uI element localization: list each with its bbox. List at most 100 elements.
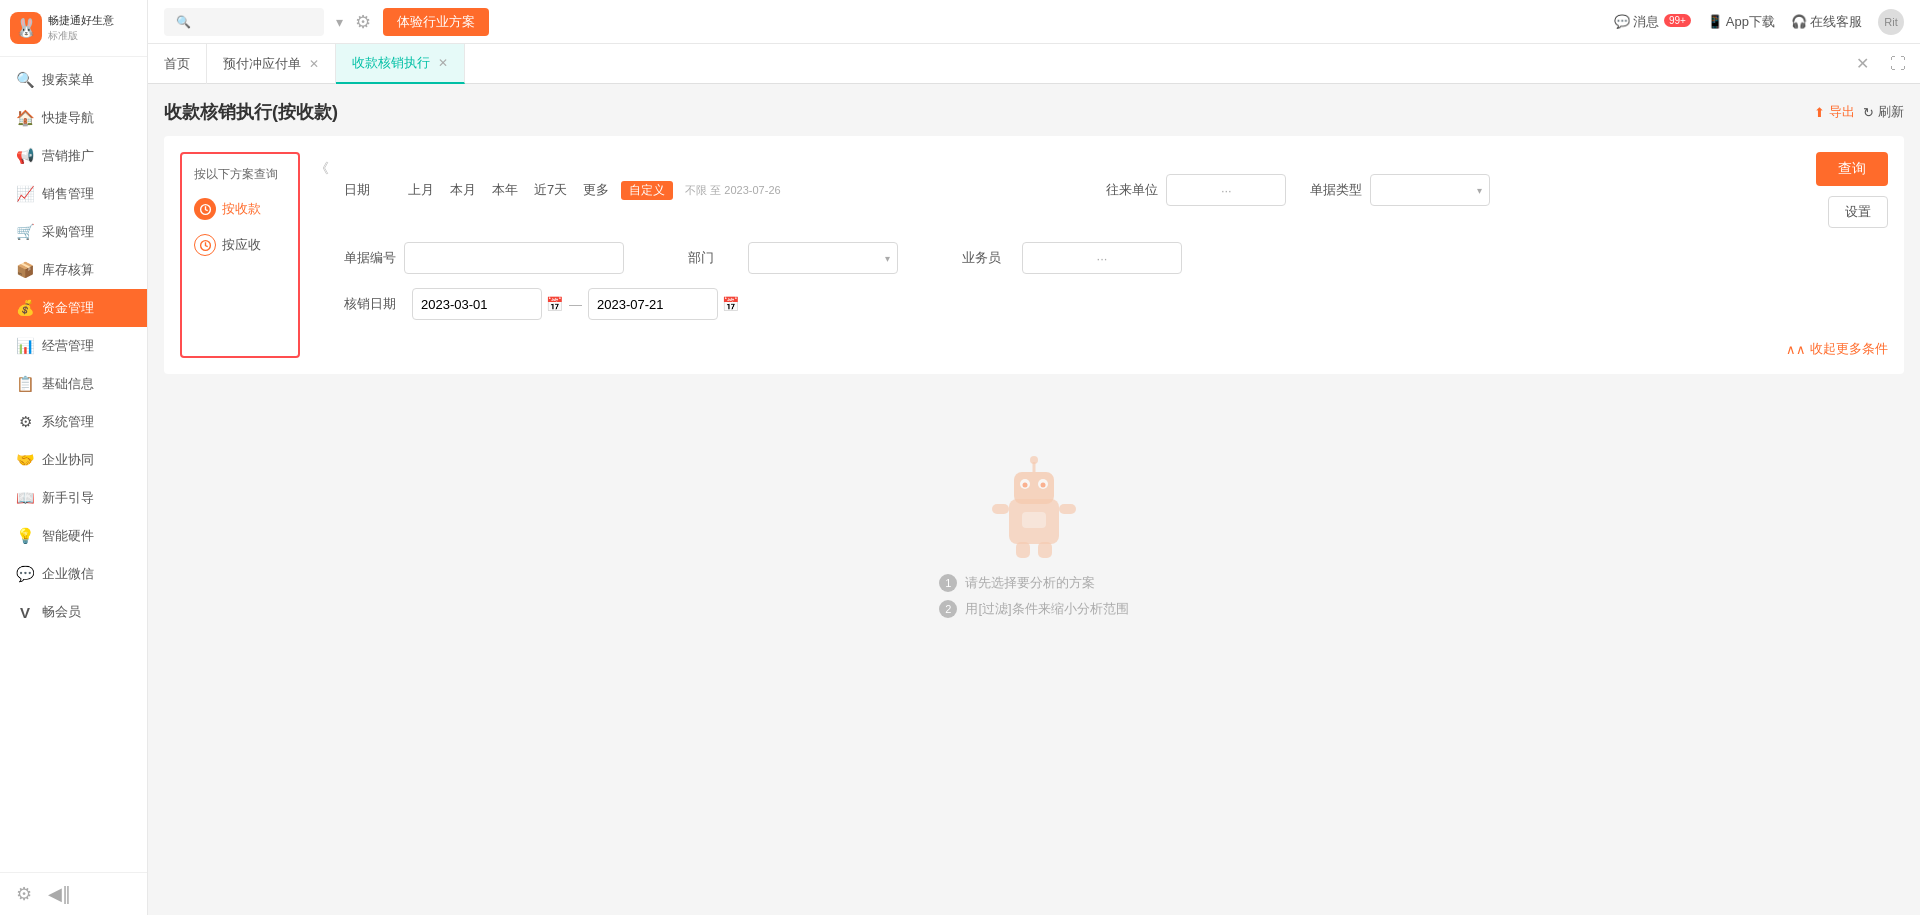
empty-state: 1 请先选择要分析的方案 2 用[过滤]条件来缩小分析范围: [164, 374, 1904, 658]
weixin-icon: 💬: [16, 565, 34, 583]
solution-button[interactable]: 体验行业方案: [383, 8, 489, 36]
receivable-option-icon: [194, 234, 216, 256]
sidebar-item-member[interactable]: V 畅会员: [0, 593, 147, 631]
collection-option-icon: [194, 198, 216, 220]
sidebar-item-basicinfo[interactable]: 📋 基础信息: [0, 365, 147, 403]
filter-option-label: 按收款: [222, 200, 261, 218]
tip-num-2: 2: [939, 600, 957, 618]
sidebar-item-finance[interactable]: 💰 资金管理: [0, 289, 147, 327]
svg-point-7: [1041, 483, 1046, 488]
sidebar-item-label: 快捷导航: [42, 109, 94, 127]
tab-prepay-label: 预付冲应付单: [223, 55, 301, 73]
date-btn-thismonth[interactable]: 本月: [446, 179, 480, 201]
gear-icon[interactable]: ⚙: [355, 11, 371, 33]
bill-type-select[interactable]: [1370, 174, 1490, 206]
topbar: 🔍 ▾ ⚙ 体验行业方案 💬 消息 99+ 📱 App下载 🎧 在线客服 Rit: [148, 0, 1920, 44]
sidebar-item-label: 搜索菜单: [42, 71, 94, 89]
setting-button[interactable]: 设置: [1828, 196, 1888, 228]
svg-rect-14: [1022, 512, 1046, 528]
tab-collection-label: 收款核销执行: [352, 54, 430, 72]
sidebar-item-quicknav[interactable]: 🏠 快捷导航: [0, 99, 147, 137]
topbar-search[interactable]: 🔍: [164, 8, 324, 36]
sidebar-item-operations[interactable]: 📊 经营管理: [0, 327, 147, 365]
date-btn-thisyear[interactable]: 本年: [488, 179, 522, 201]
filter-option-by-receivable[interactable]: 按应收: [182, 227, 298, 263]
bill-type-select-wrap: ▾: [1370, 174, 1490, 206]
sidebar-item-purchase[interactable]: 🛒 采购管理: [0, 213, 147, 251]
date-label: 日期: [344, 181, 396, 199]
bill-no-group: 单据编号: [344, 242, 624, 274]
collapse-more-label: 收起更多条件: [1810, 340, 1888, 358]
headset-icon: 🎧: [1791, 14, 1807, 29]
date-btn-more[interactable]: 更多: [579, 179, 613, 201]
calendar-end-icon[interactable]: 📅: [722, 296, 739, 312]
sidebar-item-label: 销售管理: [42, 185, 94, 203]
date-custom-tag[interactable]: 自定义: [621, 181, 673, 200]
sidebar-item-hardware[interactable]: 💡 智能硬件: [0, 517, 147, 555]
verify-date-end-input[interactable]: [588, 288, 718, 320]
operations-icon: 📊: [16, 337, 34, 355]
message-button[interactable]: 💬 消息 99+: [1614, 13, 1691, 31]
app-title: 畅捷通好生意: [48, 13, 114, 28]
close-tab-button[interactable]: ✕: [1848, 50, 1876, 78]
settings-icon[interactable]: ⚙: [16, 883, 32, 905]
sidebar-item-label: 企业微信: [42, 565, 94, 583]
verify-date-start-input[interactable]: [412, 288, 542, 320]
sidebar-item-system[interactable]: ⚙ 系统管理: [0, 403, 147, 441]
message-badge: 99+: [1664, 14, 1691, 27]
filter-option-by-collection[interactable]: 按收款: [182, 191, 298, 227]
collapse-sidebar-icon[interactable]: ◀‖: [48, 883, 71, 905]
inventory-icon: 📦: [16, 261, 34, 279]
system-icon: ⚙: [16, 413, 34, 431]
refresh-icon: ↻: [1863, 105, 1874, 120]
tab-collection[interactable]: 收款核销执行 ✕: [336, 44, 465, 84]
sidebar-item-sales[interactable]: 📈 销售管理: [0, 175, 147, 213]
tab-prepay[interactable]: 预付冲应付单 ✕: [207, 44, 336, 84]
date-btn-lastmonth[interactable]: 上月: [404, 179, 438, 201]
sidebar-item-label: 基础信息: [42, 375, 94, 393]
verify-date-start-wrap: 📅: [412, 288, 563, 320]
sidebar-item-guide[interactable]: 📖 新手引导: [0, 479, 147, 517]
tab-prepay-close[interactable]: ✕: [309, 57, 319, 71]
verify-date-group: 核销日期 📅 — 📅: [344, 288, 739, 320]
query-button[interactable]: 查询: [1816, 152, 1888, 186]
dept-group: 部门 ▾: [688, 242, 898, 274]
tabbar-actions: ✕ ⛶: [1848, 50, 1920, 78]
sidebar-item-collab[interactable]: 🤝 企业协同: [0, 441, 147, 479]
date-btn-7days[interactable]: 近7天: [530, 179, 571, 201]
staff-input[interactable]: ···: [1022, 242, 1182, 274]
filter-collapse-button[interactable]: 《: [312, 152, 332, 358]
collapse-icon: 《: [315, 160, 329, 178]
online-service-button[interactable]: 🎧 在线客服: [1791, 13, 1862, 31]
partner-input[interactable]: ···: [1166, 174, 1286, 206]
dept-select-wrap: ▾: [748, 242, 898, 274]
maximize-button[interactable]: ⛶: [1884, 50, 1912, 78]
verify-date-label: 核销日期: [344, 295, 404, 313]
sidebar-item-label: 资金管理: [42, 299, 94, 317]
sidebar-item-inventory[interactable]: 📦 库存核算: [0, 251, 147, 289]
app-download-button[interactable]: 📱 App下载: [1707, 13, 1775, 31]
bill-no-input[interactable]: [404, 242, 624, 274]
user-avatar[interactable]: Rit: [1878, 9, 1904, 35]
refresh-button[interactable]: ↻ 刷新: [1863, 103, 1904, 121]
sidebar-item-search[interactable]: 🔍 搜索菜单: [0, 61, 147, 99]
empty-tip-1: 1 请先选择要分析的方案: [939, 574, 1128, 592]
tab-collection-close[interactable]: ✕: [438, 56, 448, 70]
collapse-more-button[interactable]: ∧∧ 收起更多条件: [1786, 340, 1888, 358]
sidebar-item-marketing[interactable]: 📢 营销推广: [0, 137, 147, 175]
export-button[interactable]: ⬆ 导出: [1814, 103, 1855, 121]
partner-label: 往来单位: [1106, 181, 1158, 199]
sidebar-item-weixin[interactable]: 💬 企业微信: [0, 555, 147, 593]
tab-home[interactable]: 首页: [148, 44, 207, 84]
app-subtitle: 标准版: [48, 29, 114, 43]
topbar-right: 💬 消息 99+ 📱 App下载 🎧 在线客服 Rit: [1614, 9, 1904, 35]
calendar-start-icon[interactable]: 📅: [546, 296, 563, 312]
svg-rect-3: [1014, 472, 1054, 504]
topbar-dropdown-icon[interactable]: ▾: [336, 14, 343, 30]
sidebar-footer: ⚙ ◀‖: [0, 872, 147, 915]
dept-select[interactable]: [748, 242, 898, 274]
sidebar-nav: 🔍 搜索菜单 🏠 快捷导航 📢 营销推广 📈 销售管理 🛒 采购管理 📦 库存核…: [0, 57, 147, 872]
content-area: 收款核销执行(按收款) ⬆ 导出 ↻ 刷新 按以下方案查询: [148, 84, 1920, 915]
bill-type-label: 单据类型: [1310, 181, 1362, 199]
collab-icon: 🤝: [16, 451, 34, 469]
